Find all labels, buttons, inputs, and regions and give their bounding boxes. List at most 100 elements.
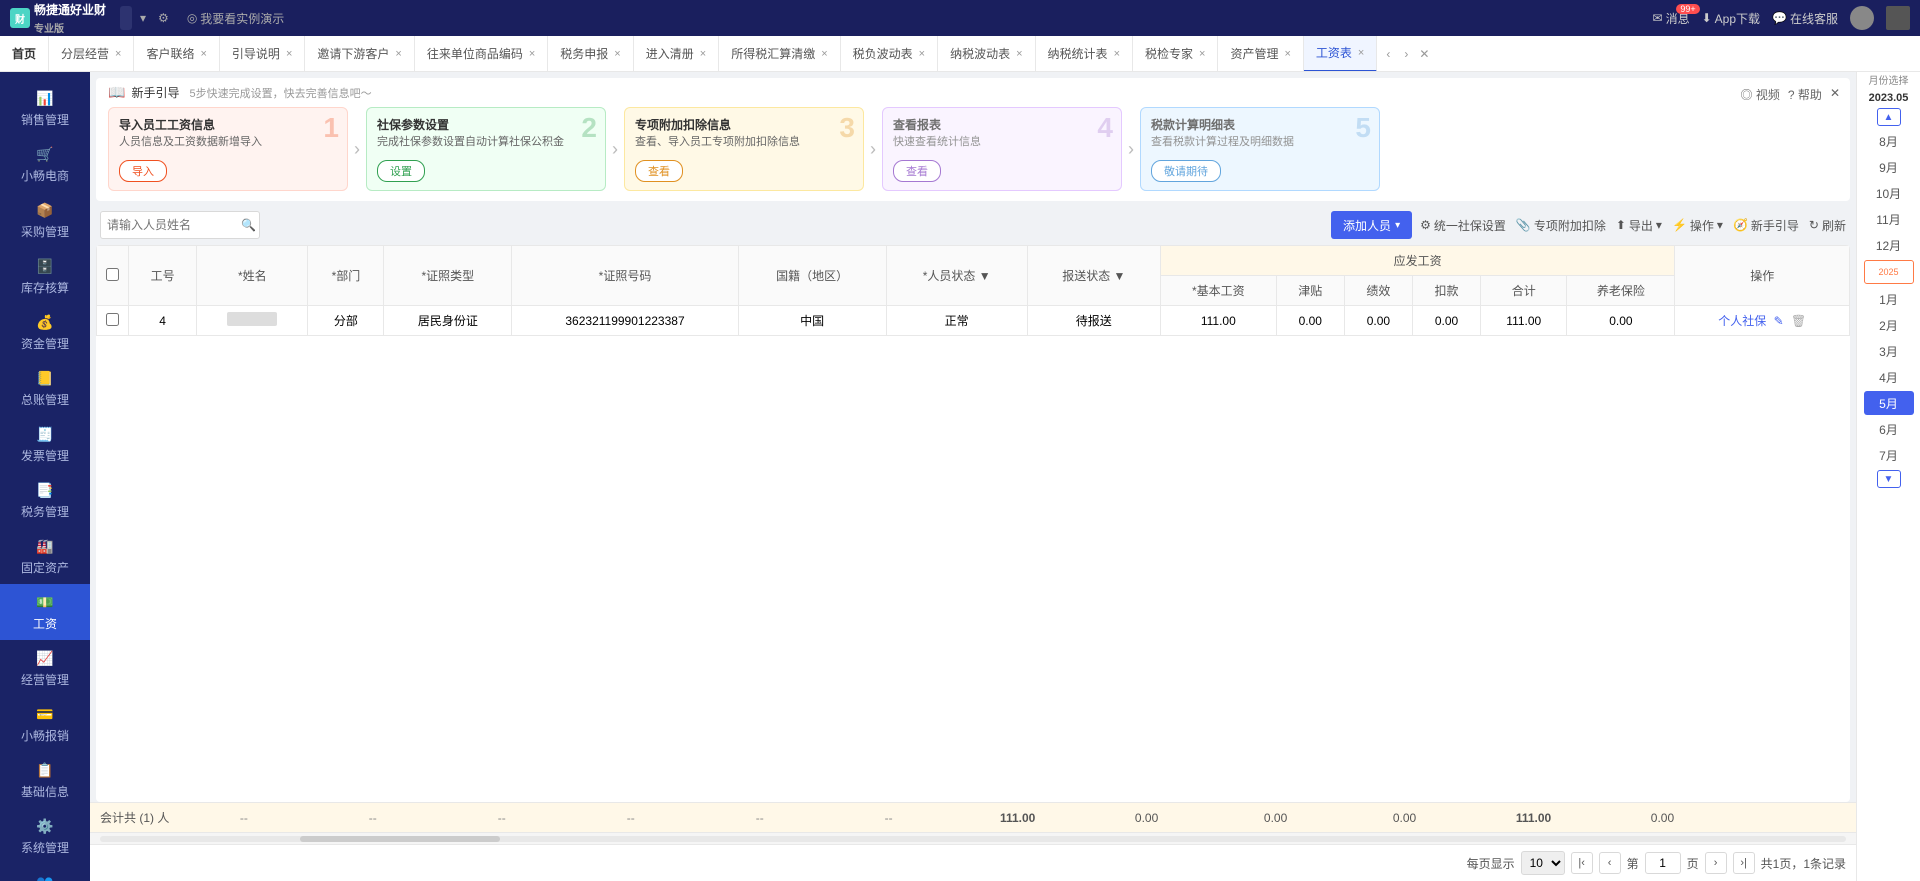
tab-income-tax[interactable]: 所得税汇算清缴 × — [719, 36, 840, 72]
tab-next-btn[interactable]: › — [1397, 36, 1415, 72]
social-insurance-btn[interactable]: ⚙ 统一社保设置 — [1420, 217, 1506, 234]
add-employee-btn[interactable]: 添加人员 ▾ — [1331, 211, 1412, 239]
tab-clearance[interactable]: 进入清册 × — [634, 36, 719, 72]
month-item-6[interactable]: 6月 — [1864, 417, 1914, 441]
tab-close-layered[interactable]: × — [115, 48, 121, 60]
month-item-5[interactable]: 5月 — [1864, 391, 1914, 415]
settings-icon[interactable]: ⚙ — [158, 11, 169, 25]
tab-tax-stat[interactable]: 纳税统计表 × — [1036, 36, 1133, 72]
sidebar-item-finance[interactable]: 💰 资金管理 — [0, 304, 90, 360]
month-item-2[interactable]: 2月 — [1864, 313, 1914, 337]
month-scroll-up-btn[interactable]: ▲ — [1877, 108, 1901, 126]
guide-step-btn-3[interactable]: 查看 — [635, 160, 683, 182]
per-page-select[interactable]: 10 20 50 — [1521, 851, 1565, 875]
sidebar-item-basic-info[interactable]: 📋 基础信息 — [0, 752, 90, 808]
select-all-checkbox[interactable] — [106, 268, 119, 281]
last-page-btn[interactable]: ›| — [1733, 852, 1755, 874]
next-page-btn[interactable]: › — [1705, 852, 1727, 874]
scroll-thumb[interactable] — [300, 836, 500, 842]
sidebar-item-system[interactable]: ⚙️ 系统管理 — [0, 808, 90, 864]
month-item-10[interactable]: 10月 — [1864, 181, 1914, 205]
newbie-guide-btn[interactable]: 🧭 新手引导 — [1733, 217, 1799, 234]
month-item-1[interactable]: 1月 — [1864, 287, 1914, 311]
search-box[interactable]: 🔍 — [100, 211, 260, 239]
month-item-9[interactable]: 9月 — [1864, 155, 1914, 179]
tab-close-tax-burden[interactable]: × — [919, 48, 925, 60]
tab-tax-expert[interactable]: 税检专家 × — [1133, 36, 1218, 72]
month-item-4[interactable]: 4月 — [1864, 365, 1914, 389]
sidebar-item-ledger[interactable]: 📒 总账管理 — [0, 360, 90, 416]
demo-link[interactable]: ◎ 我要看实例演示 — [187, 10, 285, 27]
tab-close-pay-fluctuation[interactable]: × — [1016, 48, 1022, 60]
sidebar-item-sales[interactable]: 📊 销售管理 — [0, 80, 90, 136]
tab-product-code[interactable]: 往来单位商品编码 × — [415, 36, 548, 72]
month-item-11[interactable]: 11月 — [1864, 207, 1914, 231]
personal-insurance-btn[interactable]: 个人社保 — [1718, 314, 1766, 328]
tab-close-all-btn[interactable]: ✕ — [1415, 36, 1433, 72]
tab-customer[interactable]: 客户联络 × — [134, 36, 219, 72]
action-edit-icon[interactable]: ✎ — [1774, 314, 1784, 328]
guide-step-btn-1[interactable]: 导入 — [119, 160, 167, 182]
tab-guide[interactable]: 引导说明 × — [220, 36, 305, 72]
sidebar-item-tax[interactable]: 📑 税务管理 — [0, 472, 90, 528]
table-scrollbar[interactable] — [90, 832, 1856, 844]
company-selector[interactable] — [120, 6, 132, 30]
page-input[interactable] — [1645, 852, 1681, 874]
message-btn[interactable]: ✉ 消息 99+ — [1653, 10, 1690, 27]
month-item-12[interactable]: 12月 — [1864, 233, 1914, 257]
tab-pay-fluctuation[interactable]: 纳税波动表 × — [938, 36, 1035, 72]
tab-asset[interactable]: 资产管理 × — [1218, 36, 1303, 72]
user-menu[interactable] — [1886, 6, 1910, 30]
row-select-checkbox[interactable] — [106, 313, 119, 326]
tab-close-invite[interactable]: × — [395, 48, 401, 60]
tab-invite[interactable]: 邀请下游客户 × — [305, 36, 414, 72]
refresh-btn[interactable]: ↻ 刷新 — [1809, 217, 1846, 234]
action-delete-icon[interactable]: 🗑 — [1791, 314, 1806, 328]
company-dropdown[interactable]: ▾ — [140, 11, 146, 25]
tab-close-tax-stat[interactable]: × — [1114, 48, 1120, 60]
tab-close-payroll[interactable]: × — [1358, 47, 1364, 59]
user-avatar[interactable] — [1850, 6, 1874, 30]
sidebar-item-operations[interactable]: 📈 经营管理 — [0, 640, 90, 696]
tab-tax-report[interactable]: 税务申报 × — [548, 36, 633, 72]
special-deduction-btn[interactable]: 📎 专项附加扣除 — [1516, 217, 1606, 234]
month-item-3[interactable]: 3月 — [1864, 339, 1914, 363]
guide-help-btn[interactable]: ? 帮助 — [1788, 86, 1822, 103]
guide-close-btn[interactable]: ✕ — [1830, 86, 1840, 103]
guide-step-btn-4[interactable]: 查看 — [893, 160, 941, 182]
tab-home[interactable]: 首页 — [0, 36, 49, 72]
first-page-btn[interactable]: |‹ — [1571, 852, 1593, 874]
guide-step-btn-2[interactable]: 设置 — [377, 160, 425, 182]
tab-close-tax-expert[interactable]: × — [1199, 48, 1205, 60]
tab-close-tax-report[interactable]: × — [614, 48, 620, 60]
tab-close-income-tax[interactable]: × — [821, 48, 827, 60]
tab-close-asset[interactable]: × — [1284, 48, 1290, 60]
tab-close-product-code[interactable]: × — [529, 48, 535, 60]
tab-close-guide[interactable]: × — [286, 48, 292, 60]
export-btn[interactable]: ⬆ 导出 ▾ — [1616, 217, 1662, 234]
tab-close-customer[interactable]: × — [200, 48, 206, 60]
tab-layered[interactable]: 分层经营 × — [49, 36, 134, 72]
sidebar-item-invoice[interactable]: 🧾 发票管理 — [0, 416, 90, 472]
online-service-btn[interactable]: 💬 在线客服 — [1772, 10, 1838, 27]
month-item-7[interactable]: 7月 — [1864, 443, 1914, 467]
batch-action-btn[interactable]: ⚡ 操作 ▾ — [1672, 217, 1723, 234]
tab-prev-btn[interactable]: ‹ — [1379, 36, 1397, 72]
prev-page-btn[interactable]: ‹ — [1599, 852, 1621, 874]
sidebar-item-purchase[interactable]: 📦 采购管理 — [0, 192, 90, 248]
tab-tax-burden[interactable]: 税负波动表 × — [841, 36, 938, 72]
search-input[interactable] — [107, 218, 237, 232]
month-item-8[interactable]: 8月 — [1864, 129, 1914, 153]
month-scroll-down-btn[interactable]: ▼ — [1877, 470, 1901, 488]
scroll-track[interactable] — [100, 836, 1846, 842]
sidebar-item-collab[interactable]: 👥 企业协同 — [0, 864, 90, 881]
sidebar-item-inventory[interactable]: 🗄️ 库存核算 — [0, 248, 90, 304]
app-download-btn[interactable]: ⬇ App下载 — [1702, 10, 1760, 27]
tab-close-clearance[interactable]: × — [700, 48, 706, 60]
sidebar-item-ecommerce[interactable]: 🛒 小畅电商 — [0, 136, 90, 192]
sidebar-item-fixed-asset[interactable]: 🏭 固定资产 — [0, 528, 90, 584]
guide-video-btn[interactable]: ◎ 视频 — [1741, 86, 1780, 103]
sidebar-item-payroll[interactable]: 💵 工资 — [0, 584, 90, 640]
guide-step-btn-5[interactable]: 敬请期待 — [1151, 160, 1221, 182]
sidebar-item-expense[interactable]: 💳 小畅报销 — [0, 696, 90, 752]
